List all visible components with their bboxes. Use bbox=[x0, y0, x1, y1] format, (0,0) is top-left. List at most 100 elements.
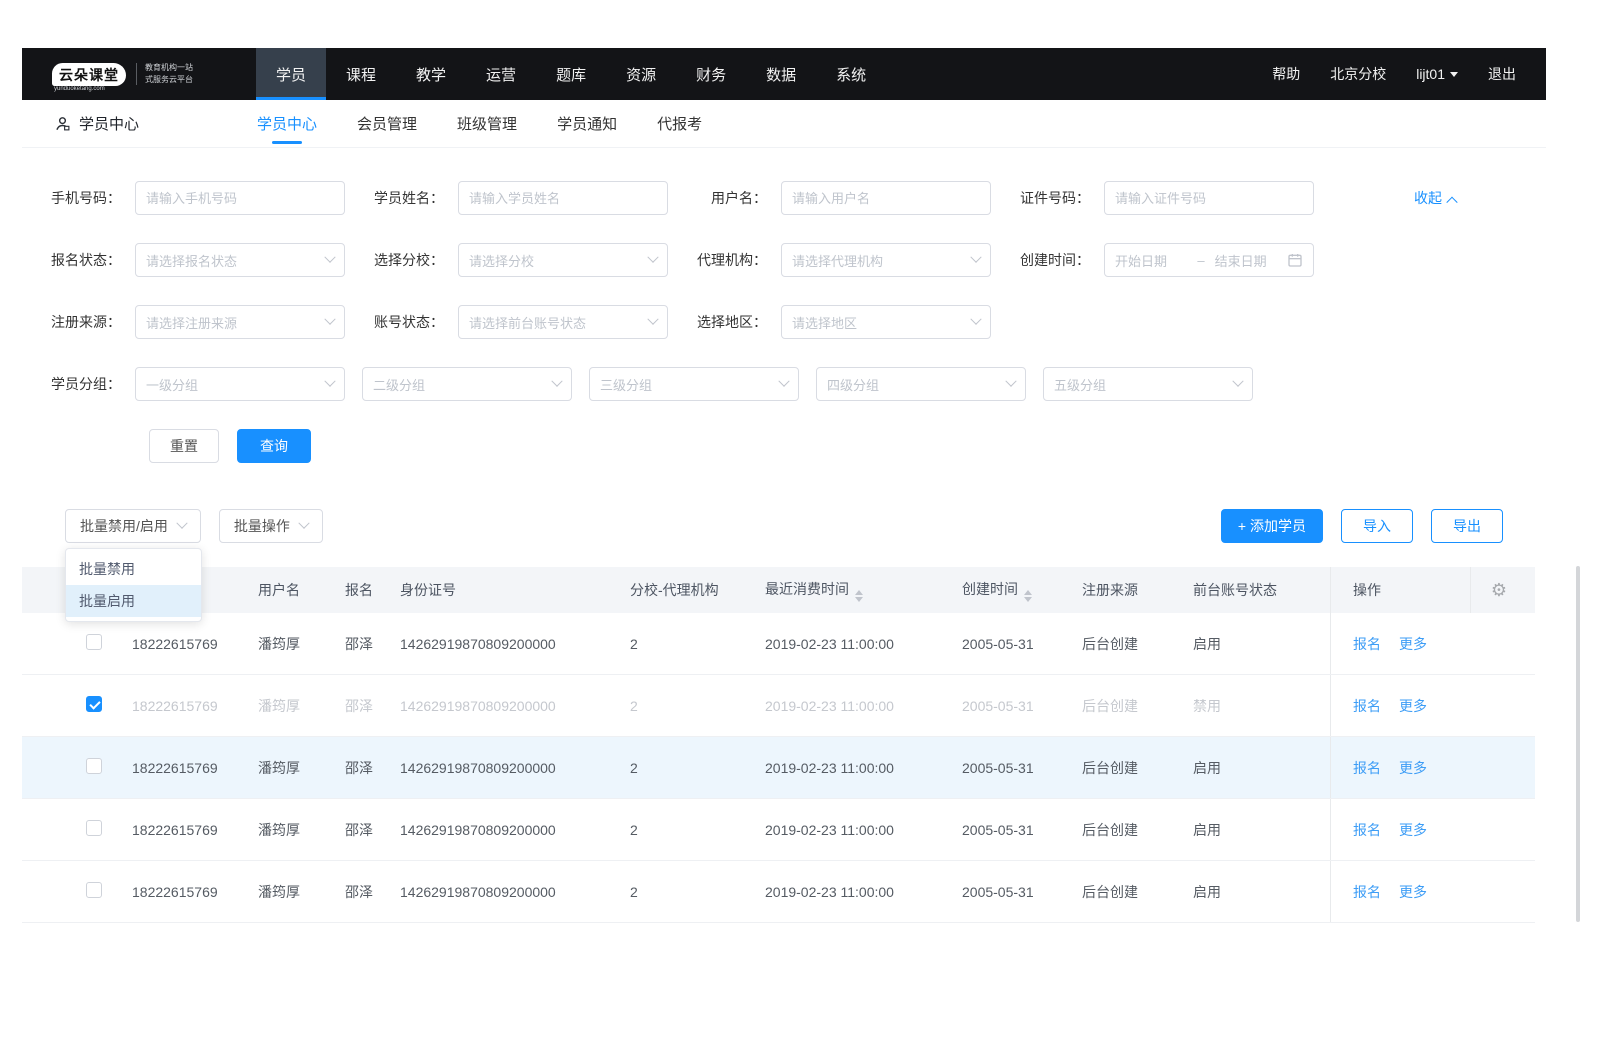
nav-item-teaching[interactable]: 教学 bbox=[396, 48, 466, 100]
cell-status: 启用 bbox=[1193, 758, 1330, 778]
row-checkbox[interactable] bbox=[86, 758, 102, 774]
header-id-number: 身份证号 bbox=[400, 580, 630, 600]
brand-domain: yunduoketang.com bbox=[54, 86, 105, 92]
account-status-label: 账号状态： bbox=[345, 312, 458, 332]
action-more-link[interactable]: 更多 bbox=[1399, 820, 1427, 840]
cell-enroll: 邵泽 bbox=[345, 820, 400, 840]
reset-button[interactable]: 重置 bbox=[149, 429, 219, 463]
cell-branch: 2 bbox=[630, 822, 765, 838]
idcard-input[interactable] bbox=[1115, 191, 1303, 206]
group-level3-select[interactable]: 三级分组 bbox=[589, 367, 799, 401]
school-select[interactable]: 请选择分校 bbox=[458, 243, 668, 277]
account-status-select[interactable]: 请选择前台账号状态 bbox=[458, 305, 668, 339]
action-more-link[interactable]: 更多 bbox=[1399, 758, 1427, 778]
cell-enroll: 邵泽 bbox=[345, 696, 400, 716]
row-checkbox-checked[interactable] bbox=[86, 696, 102, 712]
tab-member-management[interactable]: 会员管理 bbox=[357, 100, 417, 147]
filter-phone: 手机号码： bbox=[22, 181, 345, 215]
tab-proxy-exam[interactable]: 代报考 bbox=[657, 100, 702, 147]
nav-item-data[interactable]: 数据 bbox=[746, 48, 816, 100]
table-toolbar: 批量禁用/启用 批量操作 + 添加学员 导入 导出 bbox=[22, 509, 1546, 543]
date-range-picker[interactable]: 开始日期 – 结束日期 bbox=[1104, 243, 1314, 277]
menu-item-batch-enable[interactable]: 批量启用 bbox=[66, 585, 201, 617]
action-more-link[interactable]: 更多 bbox=[1399, 634, 1427, 654]
filter-reg-source: 注册来源： 请选择注册来源 bbox=[22, 305, 345, 339]
action-more-link[interactable]: 更多 bbox=[1399, 882, 1427, 902]
row-checkbox[interactable] bbox=[86, 882, 102, 898]
header-last-consume-sortable[interactable]: 最近消费时间 bbox=[765, 579, 962, 602]
nav-item-finance[interactable]: 财务 bbox=[676, 48, 746, 100]
region-select[interactable]: 请选择地区 bbox=[781, 305, 991, 339]
username-input[interactable] bbox=[792, 191, 980, 206]
user-menu[interactable]: lijt01 bbox=[1416, 66, 1458, 82]
search-button[interactable]: 查询 bbox=[237, 429, 311, 463]
menu-item-batch-disable[interactable]: 批量禁用 bbox=[66, 553, 201, 585]
agency-select[interactable]: 请选择代理机构 bbox=[781, 243, 991, 277]
agency-label: 代理机构： bbox=[668, 250, 781, 270]
student-name-input[interactable] bbox=[469, 191, 657, 206]
phone-label: 手机号码： bbox=[22, 188, 135, 208]
phone-input[interactable] bbox=[146, 191, 334, 206]
cell-id-number: 14262919870809200000 bbox=[400, 698, 630, 714]
nav-item-system[interactable]: 系统 bbox=[816, 48, 886, 100]
chevron-down-icon bbox=[647, 314, 658, 325]
tab-student-notice[interactable]: 学员通知 bbox=[557, 100, 617, 147]
batch-operations-dropdown[interactable]: 批量操作 bbox=[219, 509, 323, 543]
chevron-down-icon bbox=[551, 376, 562, 387]
nav-item-question-bank[interactable]: 题库 bbox=[536, 48, 606, 100]
enroll-status-label: 报名状态： bbox=[22, 250, 135, 270]
cell-created: 2005-05-31 bbox=[962, 760, 1082, 776]
chevron-down-icon bbox=[176, 518, 187, 529]
tab-class-management[interactable]: 班级管理 bbox=[457, 100, 517, 147]
filter-school: 选择分校： 请选择分校 bbox=[345, 243, 668, 277]
logout-link[interactable]: 退出 bbox=[1488, 64, 1516, 84]
sort-icon[interactable] bbox=[1024, 590, 1032, 602]
enroll-status-select[interactable]: 请选择报名状态 bbox=[135, 243, 345, 277]
group-level4-select[interactable]: 四级分组 bbox=[816, 367, 1026, 401]
header-actions: 操作 bbox=[1330, 567, 1470, 613]
nav-item-resources[interactable]: 资源 bbox=[606, 48, 676, 100]
reg-source-select[interactable]: 请选择注册来源 bbox=[135, 305, 345, 339]
header-created-sortable[interactable]: 创建时间 bbox=[962, 579, 1082, 602]
cell-created: 2005-05-31 bbox=[962, 822, 1082, 838]
gear-icon[interactable]: ⚙ bbox=[1491, 580, 1507, 601]
action-enroll-link[interactable]: 报名 bbox=[1353, 696, 1381, 716]
action-enroll-link[interactable]: 报名 bbox=[1353, 882, 1381, 902]
cell-last-consume: 2019-02-23 11:00:00 bbox=[765, 822, 962, 838]
group-level2-select[interactable]: 二级分组 bbox=[362, 367, 572, 401]
branch-link[interactable]: 北京分校 bbox=[1330, 64, 1386, 84]
nav-item-students[interactable]: 学员 bbox=[256, 48, 326, 100]
batch-enable-disable-dropdown[interactable]: 批量禁用/启用 bbox=[65, 509, 201, 543]
row-checkbox[interactable] bbox=[86, 820, 102, 836]
nav-item-operations[interactable]: 运营 bbox=[466, 48, 536, 100]
idcard-label: 证件号码： bbox=[991, 188, 1104, 208]
action-enroll-link[interactable]: 报名 bbox=[1353, 634, 1381, 654]
cell-phone: 18222615769 bbox=[132, 884, 258, 900]
table-row: 18222615769 潘筠厚 邵泽 14262919870809200000 … bbox=[22, 675, 1535, 737]
date-end-placeholder: 结束日期 bbox=[1215, 251, 1287, 270]
group-level5-select[interactable]: 五级分组 bbox=[1043, 367, 1253, 401]
help-link[interactable]: 帮助 bbox=[1272, 64, 1300, 84]
filter-account-status: 账号状态： 请选择前台账号状态 bbox=[345, 305, 668, 339]
tab-student-center[interactable]: 学员中心 bbox=[257, 100, 317, 147]
add-student-button[interactable]: + 添加学员 bbox=[1221, 509, 1323, 543]
user-icon bbox=[54, 115, 71, 132]
export-button[interactable]: 导出 bbox=[1431, 509, 1503, 543]
import-button[interactable]: 导入 bbox=[1341, 509, 1413, 543]
action-more-link[interactable]: 更多 bbox=[1399, 696, 1427, 716]
action-enroll-link[interactable]: 报名 bbox=[1353, 820, 1381, 840]
filter-agency: 代理机构： 请选择代理机构 bbox=[668, 243, 991, 277]
created-time-label: 创建时间： bbox=[991, 250, 1104, 270]
collapse-filters-link[interactable]: 收起 bbox=[1414, 188, 1456, 208]
row-checkbox[interactable] bbox=[86, 634, 102, 650]
students-table: 用户名 报名 身份证号 分校-代理机构 最近消费时间 创建时间 注册来源 前台账… bbox=[22, 567, 1535, 923]
chevron-down-icon bbox=[298, 518, 309, 529]
sort-icon[interactable] bbox=[855, 590, 863, 602]
filter-username: 用户名： bbox=[668, 181, 991, 215]
group-level1-select[interactable]: 一级分组 bbox=[135, 367, 345, 401]
scrollbar[interactable] bbox=[1576, 566, 1580, 922]
action-enroll-link[interactable]: 报名 bbox=[1353, 758, 1381, 778]
cell-source: 后台创建 bbox=[1082, 820, 1193, 840]
nav-item-courses[interactable]: 课程 bbox=[326, 48, 396, 100]
cell-id-number: 14262919870809200000 bbox=[400, 760, 630, 776]
